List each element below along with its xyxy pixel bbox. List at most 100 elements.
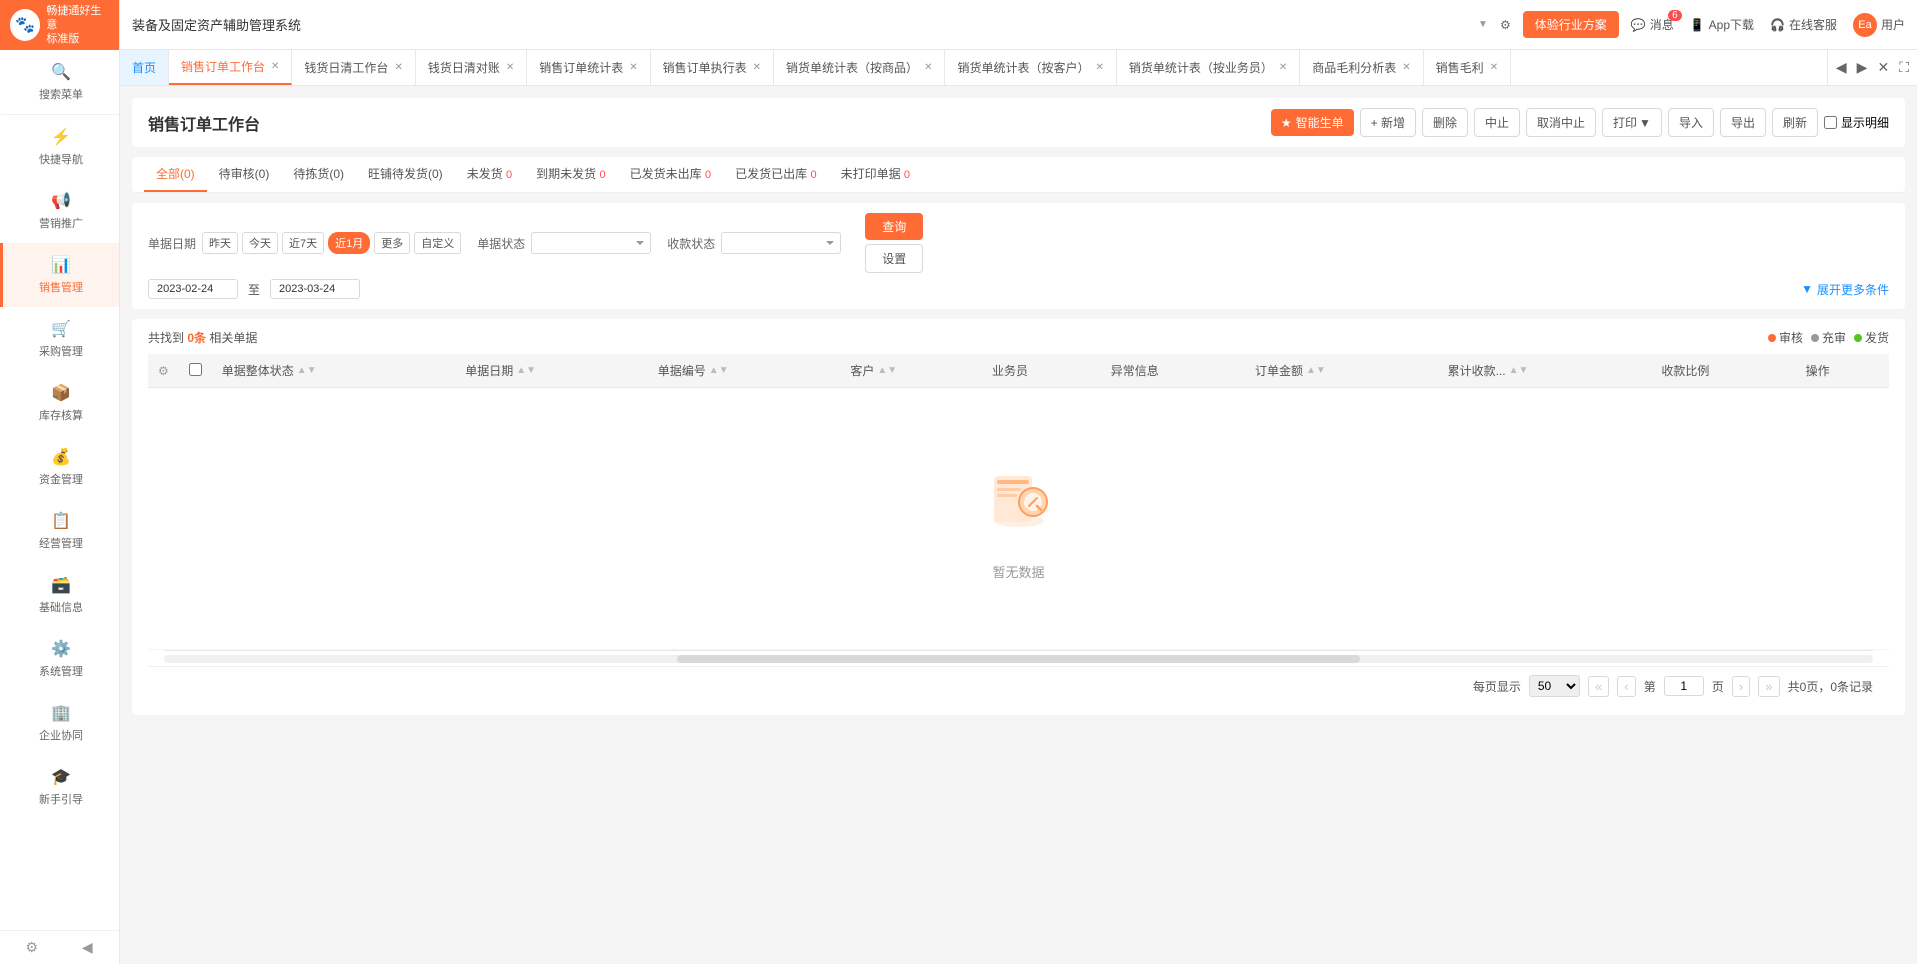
sidebar-item-newbie[interactable]: 🎓 新手引导 [0,755,119,819]
date-7days-btn[interactable]: 近7天 [282,232,324,254]
prev-page-btn[interactable]: ‹ [1617,676,1635,697]
tab-prev-btn[interactable]: ◀ [1832,59,1851,76]
sidebar-search[interactable]: 🔍 搜索菜单 [0,50,119,115]
quick-ship-btn[interactable]: 发货 [1854,329,1889,346]
export-btn[interactable]: 导出 [1720,108,1766,137]
collapse-btn[interactable]: ◀ [64,939,112,956]
abort-btn[interactable]: 中止 [1474,108,1520,137]
date-custom-btn[interactable]: 自定义 [414,232,461,254]
sort-number[interactable]: 单据编号 ▲▼ [658,362,831,379]
print-btn[interactable]: 打印 ▼ [1602,108,1662,137]
sub-tab-wangpu[interactable]: 旺铺待发货(0) [356,157,455,192]
quick-review-btn[interactable]: 审核 [1768,329,1803,346]
tab-sales-order[interactable]: 销售订单工作台 ✕ [169,50,292,85]
tab-close-icon[interactable]: ✕ [1279,62,1287,73]
show-detail-checkbox[interactable]: 显示明细 [1824,114,1889,131]
tab-maximize-btn[interactable]: ⛶ [1895,59,1913,76]
sort-accumulated[interactable]: 累计收款... ▲▼ [1448,362,1642,379]
expand-filter-btn[interactable]: ▼ 展开更多条件 [1801,281,1889,298]
header-gear-icon[interactable]: ⚙ [1500,18,1511,32]
sidebar-item-quick-nav[interactable]: ⚡ 快捷导航 [0,115,119,179]
tab-sales-margin[interactable]: 销售毛利 ✕ [1424,50,1511,85]
scrollbar-thumb[interactable] [677,655,1361,663]
tab-close-icon[interactable]: ✕ [1490,62,1498,73]
user-btn[interactable]: Ea 用户 [1853,13,1905,37]
tab-sales-product[interactable]: 销货单统计表（按商品） ✕ [774,50,945,85]
first-page-btn[interactable]: « [1588,676,1609,697]
search-icon: 🔍 [51,62,71,82]
settings-btn[interactable]: ⚙ [8,939,56,956]
scrollbar-track[interactable] [164,655,1873,663]
tab-cash-reconcile[interactable]: 钱货日清对账 ✕ [416,50,527,85]
date-more-btn[interactable]: 更多 [374,232,410,254]
sub-tab-review[interactable]: 待审核(0) [207,157,282,192]
next-page-btn[interactable]: › [1732,676,1750,697]
last-page-btn[interactable]: » [1758,676,1779,697]
sidebar-item-finance[interactable]: 💰 资金管理 [0,435,119,499]
sort-date[interactable]: 单据日期 ▲▼ [465,362,638,379]
sub-tab-pick[interactable]: 待拣货(0) [281,157,356,192]
tab-close-all-btn[interactable]: ✕ [1873,59,1893,76]
industry-btn[interactable]: 体验行业方案 [1523,11,1619,38]
sidebar-item-basic[interactable]: 🗃️ 基础信息 [0,563,119,627]
scrollbar-area[interactable] [164,650,1873,666]
date-today-btn[interactable]: 今天 [242,232,278,254]
sidebar-item-system[interactable]: ⚙️ 系统管理 [0,627,119,691]
tab-close-icon[interactable]: ✕ [1095,62,1103,73]
tab-close-icon[interactable]: ✕ [394,62,402,73]
tab-cash-daily[interactable]: 钱货日清工作台 ✕ [292,50,415,85]
app-download-btn[interactable]: 📱 App下载 [1690,16,1754,33]
sub-tab-shipped-not-out[interactable]: 已发货未出库 0 [618,157,723,192]
message-btn[interactable]: 💬 6 消息 [1631,16,1674,33]
sort-status[interactable]: 单据整体状态 ▲▼ [222,362,445,379]
payment-select[interactable] [721,232,841,254]
sidebar-item-purchase[interactable]: 🛒 采购管理 [0,307,119,371]
date-to-input[interactable] [270,279,360,299]
tab-next-btn[interactable]: ▶ [1853,59,1872,76]
page-input[interactable] [1664,676,1704,696]
sidebar-item-inventory[interactable]: 📦 库存核算 [0,371,119,435]
tab-sales-customer[interactable]: 销货单统计表（按客户） ✕ [945,50,1116,85]
query-btn[interactable]: 查询 [865,213,923,240]
sub-tab-overdue[interactable]: 到期未发货 0 [524,157,617,192]
tab-close-icon[interactable]: ✕ [924,62,932,73]
delete-btn[interactable]: 删除 [1422,108,1468,137]
date-from-input[interactable] [148,279,238,299]
sub-tab-unshipped[interactable]: 未发货 0 [455,157,524,192]
import-btn[interactable]: 导入 [1668,108,1714,137]
tab-close-icon[interactable]: ✕ [629,62,637,73]
sub-tab-unprinted[interactable]: 未打印单据 0 [829,157,922,192]
smart-create-btn[interactable]: ★ 智能生单 [1271,109,1354,136]
date-1month-btn[interactable]: 近1月 [328,232,370,254]
sidebar-item-marketing[interactable]: 📢 营销推广 [0,179,119,243]
tab-close-icon[interactable]: ✕ [506,62,514,73]
set-btn[interactable]: 设置 [865,244,923,273]
refresh-btn[interactable]: 刷新 [1772,108,1818,137]
tab-sales-exec[interactable]: 销售订单执行表 ✕ [651,50,774,85]
cancel-abort-btn[interactable]: 取消中止 [1526,108,1596,137]
status-select[interactable] [531,232,651,254]
col-settings[interactable]: ⚙ [148,354,179,388]
tab-sales-staff[interactable]: 销货单统计表（按业务员） ✕ [1117,50,1300,85]
online-service-btn[interactable]: 🎧 在线客服 [1770,16,1837,33]
sort-customer[interactable]: 客户 ▲▼ [850,362,972,379]
per-page-select[interactable]: 10 20 50 100 [1529,675,1580,697]
quick-cancel-btn[interactable]: 充审 [1811,329,1846,346]
sidebar-item-sales[interactable]: 📊 销售管理 [0,243,119,307]
select-all-checkbox[interactable] [189,363,202,376]
show-detail-input[interactable] [1824,116,1837,129]
date-yesterday-btn[interactable]: 昨天 [202,232,238,254]
sidebar-item-enterprise[interactable]: 🏢 企业协同 [0,691,119,755]
tab-close-icon[interactable]: ✕ [753,62,761,73]
tab-margin[interactable]: 商品毛利分析表 ✕ [1300,50,1423,85]
sub-tab-all[interactable]: 全部(0) [144,157,207,192]
tab-close-icon[interactable]: ✕ [1402,62,1410,73]
new-btn[interactable]: + 新增 [1360,108,1416,137]
sort-amount[interactable]: 订单金额 ▲▼ [1255,362,1428,379]
sidebar-item-operations[interactable]: 📋 经营管理 [0,499,119,563]
tab-close-icon[interactable]: ✕ [271,61,279,72]
tab-home[interactable]: 首页 [120,50,169,85]
tab-sales-stats[interactable]: 销售订单统计表 ✕ [527,50,650,85]
sub-tab-shipped-out[interactable]: 已发货已出库 0 [723,157,828,192]
system-dropdown-icon[interactable]: ▼ [1478,19,1488,30]
